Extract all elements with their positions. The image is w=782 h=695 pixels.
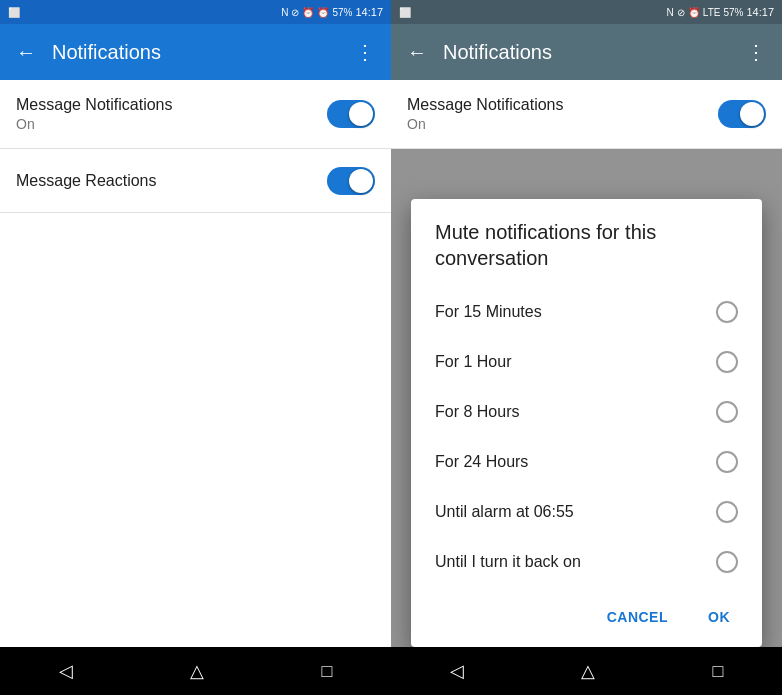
message-notifications-title: Message Notifications: [16, 96, 327, 114]
message-reactions-text: Message Reactions: [16, 172, 327, 190]
left-menu-button[interactable]: ⋮: [355, 40, 375, 64]
toggle-thumb-2: [349, 169, 373, 193]
left-panel: ⬜ N ⊘ ⏰ ⏰ 57% 14:17 ← Notifications ⋮ Me…: [0, 0, 391, 695]
right-time: 14:17: [746, 6, 774, 18]
dnd-icon: ⊘: [291, 7, 299, 18]
left-nav-bar: ◁ △ □: [0, 647, 391, 695]
option-15-min[interactable]: For 15 Minutes: [411, 287, 762, 337]
right-back-nav[interactable]: ◁: [450, 660, 464, 682]
message-reactions-title: Message Reactions: [16, 172, 327, 190]
radio-alarm[interactable]: [716, 501, 738, 523]
message-reactions-item[interactable]: Message Reactions: [0, 149, 391, 213]
left-status-icons: ⬜: [8, 6, 20, 18]
message-notifications-toggle[interactable]: [327, 100, 375, 128]
right-content: Message Notifications On Mute notificati…: [391, 80, 782, 647]
right-nav-bar: ◁ △ □: [391, 647, 782, 695]
option-alarm-label: Until alarm at 06:55: [435, 503, 716, 521]
lte-label: ⏰: [317, 7, 329, 18]
right-panel: ⬜ N ⊘ ⏰ LTE 57% 14:17 ← Notifications ⋮ …: [391, 0, 782, 695]
message-notifications-subtitle: On: [16, 116, 327, 132]
right-app-title: Notifications: [443, 41, 730, 64]
right-back-button[interactable]: ←: [407, 41, 427, 64]
option-1-hour[interactable]: For 1 Hour: [411, 337, 762, 387]
right-toggle-1[interactable]: [718, 100, 766, 128]
radio-15-min[interactable]: [716, 301, 738, 323]
left-back-nav[interactable]: ◁: [59, 660, 73, 682]
nfc-icon: N: [281, 7, 288, 18]
option-24-hours[interactable]: For 24 Hours: [411, 437, 762, 487]
option-24-hours-label: For 24 Hours: [435, 453, 716, 471]
battery-label: 57%: [332, 7, 352, 18]
dimmed-overlay: Mute notifications for this conversation…: [391, 149, 782, 647]
right-menu-button[interactable]: ⋮: [746, 40, 766, 64]
left-app-bar: ← Notifications ⋮: [0, 24, 391, 80]
right-notif-sub-1: On: [407, 116, 718, 132]
option-1-hour-label: For 1 Hour: [435, 353, 716, 371]
right-status-bar: ⬜ N ⊘ ⏰ LTE 57% 14:17: [391, 0, 782, 24]
option-alarm[interactable]: Until alarm at 06:55: [411, 487, 762, 537]
dialog-options: For 15 Minutes For 1 Hour For 8 Hours Fo…: [411, 283, 762, 591]
left-time: 14:17: [355, 6, 383, 18]
right-notif-title-1: Message Notifications: [407, 96, 718, 114]
right-status-left: ⬜: [399, 6, 411, 18]
mute-dialog: Mute notifications for this conversation…: [411, 199, 762, 647]
left-status-right: N ⊘ ⏰ ⏰ 57% 14:17: [281, 6, 383, 18]
dialog-actions: CANCEL OK: [411, 591, 762, 647]
right-home-nav[interactable]: △: [581, 660, 595, 682]
left-back-button[interactable]: ←: [16, 41, 36, 64]
sim-icon: ⬜: [8, 7, 20, 18]
right-status-right: N ⊘ ⏰ LTE 57% 14:17: [667, 6, 774, 18]
right-sim-icon: ⬜: [399, 7, 411, 18]
option-turn-back-on-label: Until I turn it back on: [435, 553, 716, 571]
right-app-bar: ← Notifications ⋮: [391, 24, 782, 80]
dialog-title: Mute notifications for this conversation: [411, 199, 762, 283]
left-home-nav[interactable]: △: [190, 660, 204, 682]
right-settings-peek: Message Notifications On: [391, 80, 782, 149]
right-alarm-icon: ⏰: [688, 7, 700, 18]
right-battery-label: 57%: [723, 7, 743, 18]
alarm-icon: ⏰: [302, 7, 314, 18]
option-8-hours[interactable]: For 8 Hours: [411, 387, 762, 437]
option-15-min-label: For 15 Minutes: [435, 303, 716, 321]
message-reactions-toggle[interactable]: [327, 167, 375, 195]
left-recents-nav[interactable]: □: [321, 661, 332, 682]
left-app-title: Notifications: [52, 41, 339, 64]
radio-turn-back-on[interactable]: [716, 551, 738, 573]
right-recents-nav[interactable]: □: [712, 661, 723, 682]
toggle-thumb-1: [349, 102, 373, 126]
right-nfc-icon: N: [667, 7, 674, 18]
option-8-hours-label: For 8 Hours: [435, 403, 716, 421]
left-status-bar: ⬜ N ⊘ ⏰ ⏰ 57% 14:17: [0, 0, 391, 24]
message-notifications-item[interactable]: Message Notifications On: [0, 80, 391, 149]
message-notifications-text: Message Notifications On: [16, 96, 327, 132]
right-lte-label: LTE: [703, 7, 721, 18]
radio-24-hours[interactable]: [716, 451, 738, 473]
cancel-button[interactable]: CANCEL: [591, 599, 684, 635]
option-turn-back-on[interactable]: Until I turn it back on: [411, 537, 762, 587]
radio-8-hours[interactable]: [716, 401, 738, 423]
right-notif-peek-1: Message Notifications On: [391, 80, 782, 149]
ok-button[interactable]: OK: [692, 599, 746, 635]
radio-1-hour[interactable]: [716, 351, 738, 373]
right-dnd-icon: ⊘: [677, 7, 685, 18]
left-settings-list: Message Notifications On Message Reactio…: [0, 80, 391, 647]
